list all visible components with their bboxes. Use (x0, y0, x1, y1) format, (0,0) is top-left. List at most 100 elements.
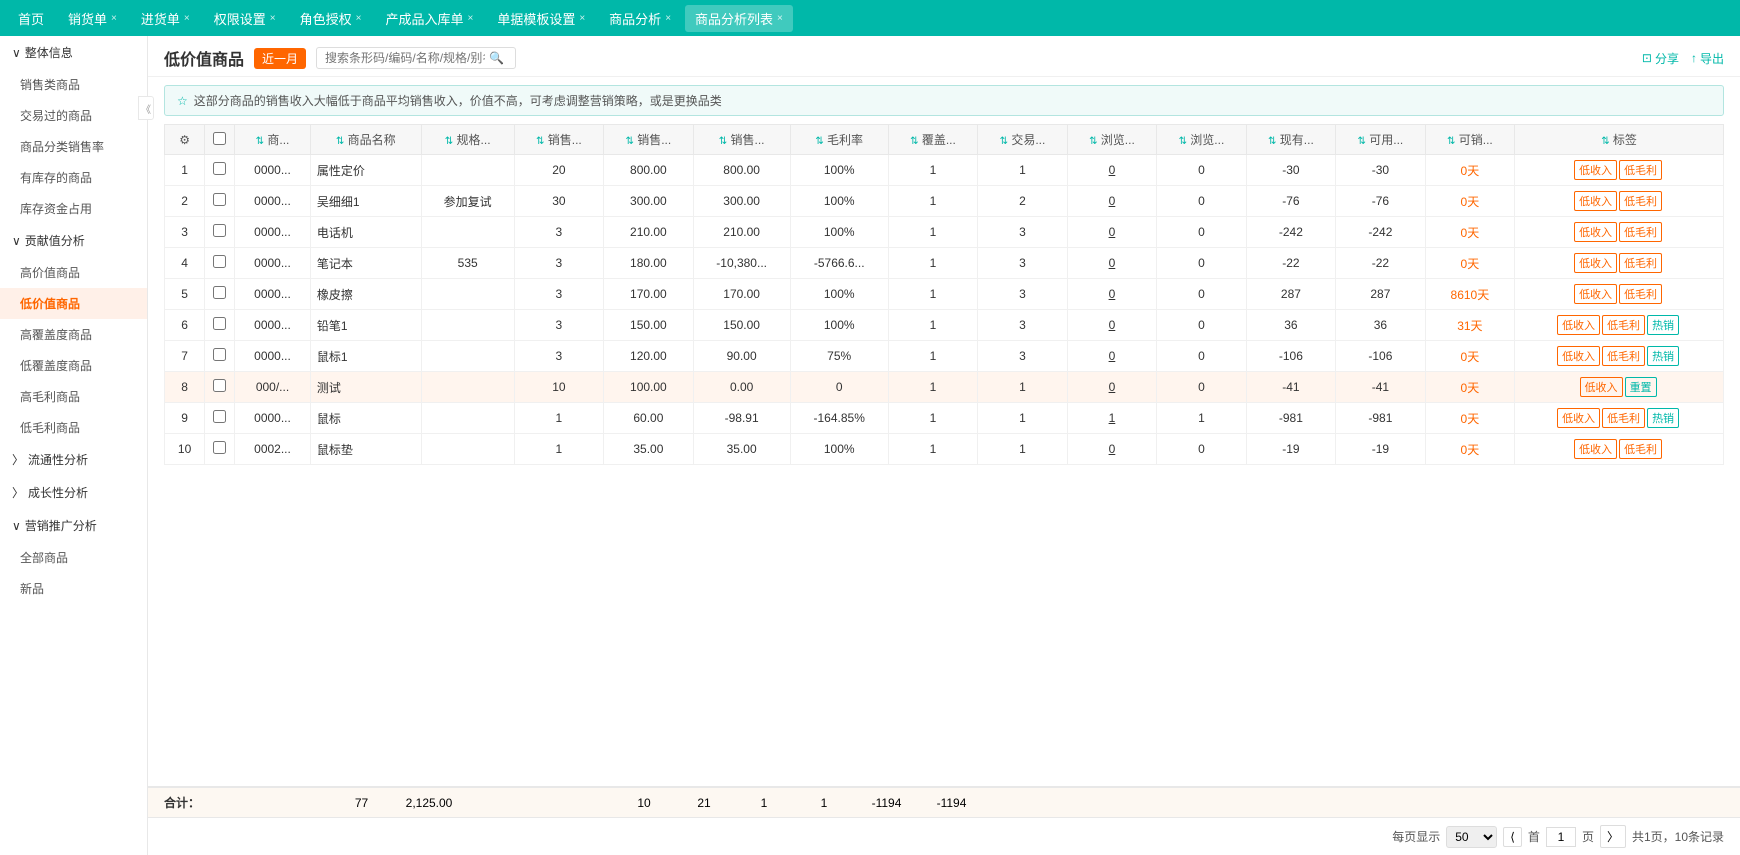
sidebar-group-growth[interactable]: 〉 成长性分析 (0, 476, 147, 509)
row-views1[interactable]: 0 (1067, 434, 1156, 465)
tag-badge: 低收入 (1557, 408, 1600, 428)
sidebar-group-contribution[interactable]: ∨ 贡献值分析 (0, 224, 147, 257)
nav-role-auth[interactable]: 角色授权 × (290, 5, 372, 32)
row-checkbox[interactable] (213, 286, 226, 299)
sidebar-item-stock-capital[interactable]: 库存资金占用 (0, 193, 147, 224)
sidebar-item-traded-goods[interactable]: 交易过的商品 (0, 100, 147, 131)
row-code: 0000... (235, 310, 311, 341)
sidebar-item-low-margin[interactable]: 低毛利商品 (0, 412, 147, 443)
row-views1[interactable]: 0 (1067, 279, 1156, 310)
sidebar-group-circulation[interactable]: 〉 流通性分析 (0, 443, 147, 476)
sidebar-item-category-rate[interactable]: 商品分类销售率 (0, 131, 147, 162)
row-views1[interactable]: 0 (1067, 310, 1156, 341)
views1-value[interactable]: 0 (1109, 194, 1116, 208)
row-amount: 150.00 (693, 310, 790, 341)
amount-column-header[interactable]: ⇅ 销售... (693, 125, 790, 155)
nav-purchase-order[interactable]: 进货单 × (131, 5, 200, 32)
price-column-header[interactable]: ⇅ 销售... (604, 125, 693, 155)
sidebar-item-high-margin[interactable]: 高毛利商品 (0, 381, 147, 412)
row-checkbox[interactable] (213, 441, 226, 454)
code-column-header[interactable]: ⇅ 商... (235, 125, 311, 155)
row-checkbox[interactable] (213, 162, 226, 175)
nav-sales-order[interactable]: 销货单 × (58, 5, 127, 32)
row-views1[interactable]: 0 (1067, 341, 1156, 372)
row-views1[interactable]: 1 (1067, 403, 1156, 434)
select-all-checkbox[interactable] (213, 132, 226, 145)
close-icon[interactable]: × (270, 13, 276, 24)
sidebar-item-new-goods[interactable]: 新品 (0, 573, 147, 604)
row-views1[interactable]: 0 (1067, 217, 1156, 248)
export-button[interactable]: ↑ 导出 (1691, 50, 1724, 67)
close-icon[interactable]: × (467, 13, 473, 24)
close-icon[interactable]: × (356, 13, 362, 24)
tags-column-header[interactable]: ⇅ 标签 (1515, 125, 1724, 155)
qty-column-header[interactable]: ⇅ 销售... (514, 125, 603, 155)
export-icon: ↑ (1691, 51, 1697, 65)
sidebar-item-high-value[interactable]: 高价值商品 (0, 257, 147, 288)
sidebar-item-low-coverage[interactable]: 低覆盖度商品 (0, 350, 147, 381)
row-spec (421, 372, 514, 403)
search-input[interactable] (325, 51, 485, 65)
sidebar-item-low-value[interactable]: 低价值商品 (0, 288, 147, 319)
sidebar-item-sales-goods[interactable]: 销售类商品 (0, 69, 147, 100)
views2-column-header[interactable]: ⇅ 浏览... (1157, 125, 1246, 155)
coverage-column-header[interactable]: ⇅ 覆盖... (888, 125, 977, 155)
row-available: 287 (1336, 279, 1425, 310)
close-icon[interactable]: × (111, 13, 117, 24)
nav-product-analysis[interactable]: 商品分析 × (599, 5, 681, 32)
available-column-header[interactable]: ⇅ 可用... (1336, 125, 1425, 155)
row-views1[interactable]: 0 (1067, 186, 1156, 217)
close-icon[interactable]: × (665, 13, 671, 24)
views1-value[interactable]: 0 (1109, 380, 1116, 394)
time-filter-button[interactable]: 近一月 (254, 48, 306, 69)
saleable-column-header[interactable]: ⇅ 可销... (1425, 125, 1514, 155)
row-available: -30 (1336, 155, 1425, 186)
sidebar-item-stocked-goods[interactable]: 有库存的商品 (0, 162, 147, 193)
row-views1[interactable]: 0 (1067, 372, 1156, 403)
close-icon[interactable]: × (184, 13, 190, 24)
views1-value[interactable]: 0 (1109, 163, 1116, 177)
checkbox-column-header[interactable] (205, 125, 235, 155)
row-checkbox[interactable] (213, 317, 226, 330)
sidebar-item-all-goods[interactable]: 全部商品 (0, 542, 147, 573)
nav-product-analysis-list[interactable]: 商品分析列表 × (685, 5, 793, 32)
row-checkbox[interactable] (213, 255, 226, 268)
row-checkbox[interactable] (213, 348, 226, 361)
sidebar-item-high-coverage[interactable]: 高覆盖度商品 (0, 319, 147, 350)
row-views1[interactable]: 0 (1067, 155, 1156, 186)
views1-column-header[interactable]: ⇅ 浏览... (1067, 125, 1156, 155)
settings-column-header[interactable]: ⚙ (165, 125, 205, 155)
nav-product-storage[interactable]: 产成品入库单 × (375, 5, 483, 32)
sidebar-group-marketing[interactable]: ∨ 营销推广分析 (0, 509, 147, 542)
views1-value[interactable]: 0 (1109, 349, 1116, 363)
views1-value[interactable]: 1 (1109, 411, 1116, 425)
views1-value[interactable]: 0 (1109, 225, 1116, 239)
sidebar-group-overall[interactable]: ∨ 整体信息 (0, 36, 147, 69)
next-page-button[interactable]: 〉 (1600, 825, 1626, 848)
current-column-header[interactable]: ⇅ 现有... (1246, 125, 1335, 155)
first-page-button[interactable]: ⟨ (1503, 827, 1522, 847)
nav-home[interactable]: 首页 (8, 5, 54, 32)
share-button[interactable]: ⊡ 分享 (1642, 50, 1679, 67)
sidebar-collapse-button[interactable]: 《 (138, 96, 154, 120)
row-views1[interactable]: 0 (1067, 248, 1156, 279)
nav-permissions[interactable]: 权限设置 × (204, 5, 286, 32)
name-column-header[interactable]: ⇅ 商品名称 (310, 125, 421, 155)
close-icon[interactable]: × (579, 13, 585, 24)
views1-value[interactable]: 0 (1109, 287, 1116, 301)
search-icon[interactable]: 🔍 (489, 51, 504, 65)
row-checkbox[interactable] (213, 193, 226, 206)
margin-column-header[interactable]: ⇅ 毛利率 (790, 125, 888, 155)
spec-column-header[interactable]: ⇅ 规格... (421, 125, 514, 155)
trade-column-header[interactable]: ⇅ 交易... (978, 125, 1067, 155)
views1-value[interactable]: 0 (1109, 256, 1116, 270)
row-checkbox[interactable] (213, 224, 226, 237)
page-number-input[interactable] (1546, 827, 1576, 847)
views1-value[interactable]: 0 (1109, 442, 1116, 456)
per-page-select[interactable]: 50 100 200 (1446, 826, 1497, 848)
close-icon[interactable]: × (777, 13, 783, 24)
views1-value[interactable]: 0 (1109, 318, 1116, 332)
nav-template-settings[interactable]: 单据模板设置 × (487, 5, 595, 32)
row-checkbox[interactable] (213, 410, 226, 423)
row-checkbox[interactable] (213, 379, 226, 392)
